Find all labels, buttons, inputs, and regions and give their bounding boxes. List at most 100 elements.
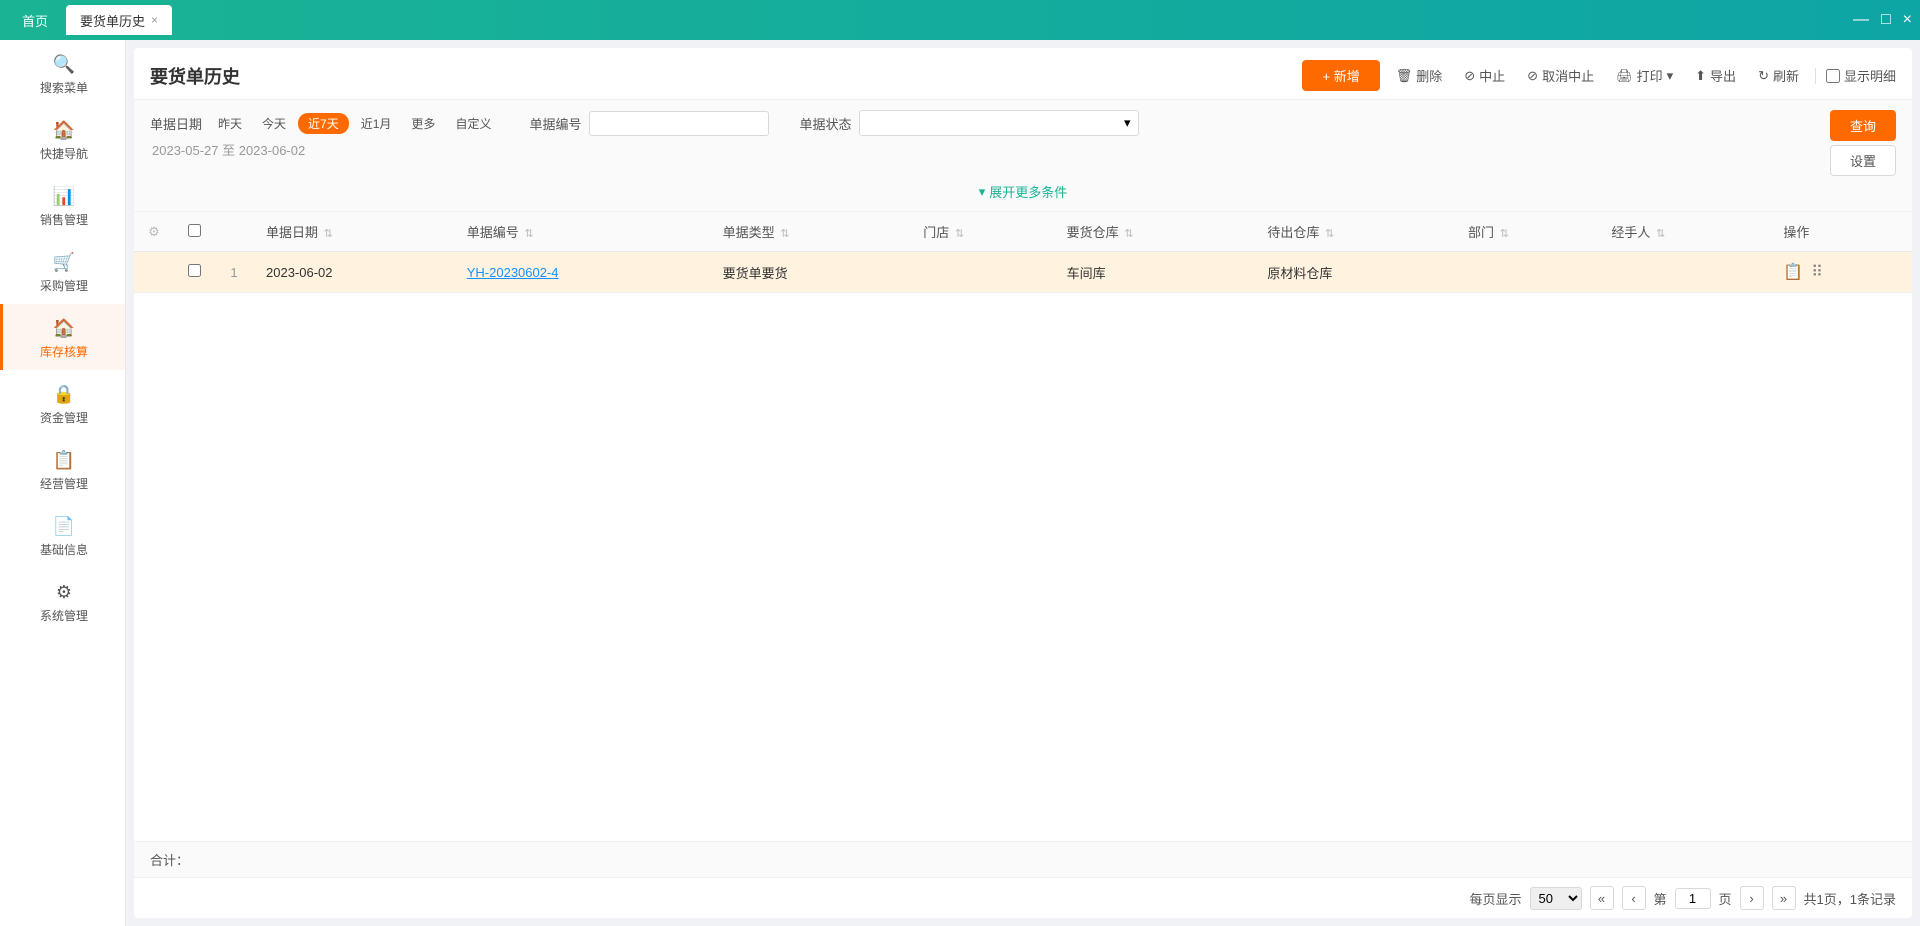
sidebar-fund-label: 资金管理 (40, 409, 88, 426)
col-doc-number: 单据编号 ⇅ (455, 212, 711, 252)
date-btn-today[interactable]: 今天 (254, 113, 294, 134)
date-btn-custom[interactable]: 自定义 (447, 113, 499, 134)
export-button[interactable]: ⬆ 导出 (1689, 62, 1742, 89)
prev-group-btn[interactable]: « (1590, 886, 1614, 910)
page-size-label: 每页显示 (1469, 889, 1521, 908)
next-group-btn[interactable]: » (1772, 886, 1796, 910)
doc-number-label: 单据编号 (529, 114, 581, 133)
sidebar: 🔍 搜索菜单 🏠 快捷导航 📊 销售管理 🛒 采购管理 🏠 库存核算 🔒 资金管… (0, 40, 126, 926)
table-footer: 合计： (134, 841, 1912, 877)
col-store-sort[interactable]: ⇅ (955, 228, 964, 240)
doc-number-link[interactable]: YH-20230602-4 (467, 265, 559, 280)
refresh-label: 刷新 (1773, 66, 1799, 85)
new-button[interactable]: + 新增 (1302, 60, 1379, 91)
page-total-info: 共1页，1条记录 (1804, 889, 1896, 908)
main-layout: 🔍 搜索菜单 🏠 快捷导航 📊 销售管理 🛒 采购管理 🏠 库存核算 🔒 资金管… (0, 40, 1920, 926)
select-all-checkbox[interactable] (188, 224, 201, 237)
action-buttons: 📋 ⠿ (1783, 262, 1900, 282)
row-doc-type: 要货单要货 (711, 252, 912, 293)
col-warehouse-sort[interactable]: ⇅ (1124, 228, 1133, 240)
expand-more-button[interactable]: ▾ 展开更多条件 (150, 182, 1896, 201)
delete-button[interactable]: 🗑 删除 (1390, 62, 1449, 89)
tab-active[interactable]: 要货单历史 × (66, 5, 172, 35)
pagination: 每页显示 50 100 200 « ‹ 第 页 › » 共1页，1条记录 (134, 877, 1912, 918)
top-bar: 首页 要货单历史 × — □ × (0, 0, 1920, 40)
col-handler-sort[interactable]: ⇅ (1656, 228, 1665, 240)
next-btn[interactable]: › (1740, 886, 1764, 910)
window-close-icon[interactable]: × (1903, 11, 1912, 29)
col-doc-number-sort[interactable]: ⇅ (524, 228, 533, 240)
sidebar-item-purchase[interactable]: 🛒 采购管理 (0, 238, 125, 304)
col-date-sort[interactable]: ⇅ (324, 228, 333, 240)
filter-buttons: 查询 设置 (1830, 110, 1896, 176)
page-container: 要货单历史 + 新增 🗑 删除 ⊘ 中止 ⊘ 取消中止 (134, 48, 1912, 918)
sidebar-basic-label: 基础信息 (40, 541, 88, 558)
col-department-sort[interactable]: ⇅ (1500, 228, 1509, 240)
col-checkbox (174, 212, 214, 252)
basic-info-icon: 📄 (53, 516, 75, 537)
col-date-label: 单据日期 (266, 225, 318, 240)
date-btn-yesterday[interactable]: 昨天 (210, 113, 250, 134)
tab-home[interactable]: 首页 (8, 5, 62, 35)
maximize-icon[interactable]: □ (1881, 11, 1891, 29)
page-size-select[interactable]: 50 100 200 (1530, 887, 1582, 910)
edit-action-icon[interactable]: 📋 (1783, 262, 1803, 282)
sidebar-item-fund[interactable]: 🔒 资金管理 (0, 370, 125, 436)
sidebar-item-quick-nav[interactable]: 🏠 快捷导航 (0, 106, 125, 172)
tab-home-label: 首页 (22, 11, 48, 30)
date-btn-7days[interactable]: 近7天 (298, 113, 349, 134)
show-detail-checkbox[interactable] (1826, 69, 1840, 83)
col-warehouse: 要货仓库 ⇅ (1055, 212, 1256, 252)
col-out-warehouse: 待出仓库 ⇅ (1255, 212, 1456, 252)
refresh-button[interactable]: ↻ 刷新 (1752, 62, 1805, 89)
sidebar-item-inventory[interactable]: 🏠 库存核算 (0, 304, 125, 370)
col-doc-type-sort[interactable]: ⇅ (780, 228, 789, 240)
cancel-stop-button[interactable]: ⊘ 取消中止 (1521, 62, 1600, 89)
minimize-icon[interactable]: — (1853, 11, 1869, 29)
row-settings (134, 252, 174, 293)
toolbar: + 新增 🗑 删除 ⊘ 中止 ⊘ 取消中止 🖨 打 (1302, 60, 1896, 91)
close-tab-icon[interactable]: × (151, 13, 158, 27)
print-label: 打印 (1637, 66, 1663, 85)
doc-status-select[interactable]: ▾ (859, 110, 1139, 136)
expand-icon: ▾ (979, 184, 986, 200)
sidebar-item-system[interactable]: ⚙ 系统管理 (0, 568, 125, 634)
sidebar-item-ops[interactable]: 📋 经营管理 (0, 436, 125, 502)
col-store: 门店 ⇅ (911, 212, 1054, 252)
filter-main-row: 单据日期 昨天 今天 近7天 近1月 更多 自定义 (150, 110, 1896, 176)
row-checkbox[interactable] (188, 264, 201, 277)
col-num (214, 212, 254, 252)
col-doc-type: 单据类型 ⇅ (711, 212, 912, 252)
doc-number-filter-item: 单据编号 (529, 111, 769, 136)
stop-label: 中止 (1479, 66, 1505, 85)
row-out-warehouse: 原材料仓库 (1255, 252, 1456, 293)
sidebar-item-search-menu[interactable]: 🔍 搜索菜单 (0, 40, 125, 106)
query-button[interactable]: 查询 (1830, 110, 1896, 141)
page-input[interactable] (1675, 888, 1711, 909)
more-action-icon[interactable]: ⠿ (1811, 262, 1823, 282)
sidebar-item-basic-info[interactable]: 📄 基础信息 (0, 502, 125, 568)
date-range-display: 2023-05-27 至 2023-06-02 (150, 140, 1810, 159)
date-filter-label: 单据日期 (150, 114, 202, 133)
print-button[interactable]: 🖨 打印 ▾ (1610, 62, 1679, 89)
filter-area: 单据日期 昨天 今天 近7天 近1月 更多 自定义 (134, 100, 1912, 212)
sidebar-item-sales[interactable]: 📊 销售管理 (0, 172, 125, 238)
date-btn-more[interactable]: 更多 (403, 113, 443, 134)
fund-icon: 🔒 (53, 384, 75, 405)
row-handler (1599, 252, 1771, 293)
doc-status-dropdown-icon: ▾ (1124, 115, 1131, 131)
data-table: ⚙ 单据日期 ⇅ 单据编号 ⇅ (134, 212, 1912, 293)
row-doc-number: YH-20230602-4 (455, 252, 711, 293)
row-store (911, 252, 1054, 293)
date-range-text: 2023-05-27 至 2023-06-02 (152, 143, 305, 158)
date-btn-1month[interactable]: 近1月 (353, 113, 400, 134)
prev-btn[interactable]: ‹ (1622, 886, 1646, 910)
col-settings[interactable]: ⚙ (134, 212, 174, 252)
print-dropdown-icon[interactable]: ▾ (1667, 68, 1674, 84)
show-detail-wrapper: 显示明细 (1826, 66, 1896, 85)
col-out-warehouse-sort[interactable]: ⇅ (1325, 228, 1334, 240)
stop-button[interactable]: ⊘ 中止 (1458, 62, 1511, 89)
settings-button[interactable]: 设置 (1830, 145, 1896, 176)
doc-number-input[interactable] (589, 111, 769, 136)
export-icon: ⬆ (1695, 68, 1706, 84)
